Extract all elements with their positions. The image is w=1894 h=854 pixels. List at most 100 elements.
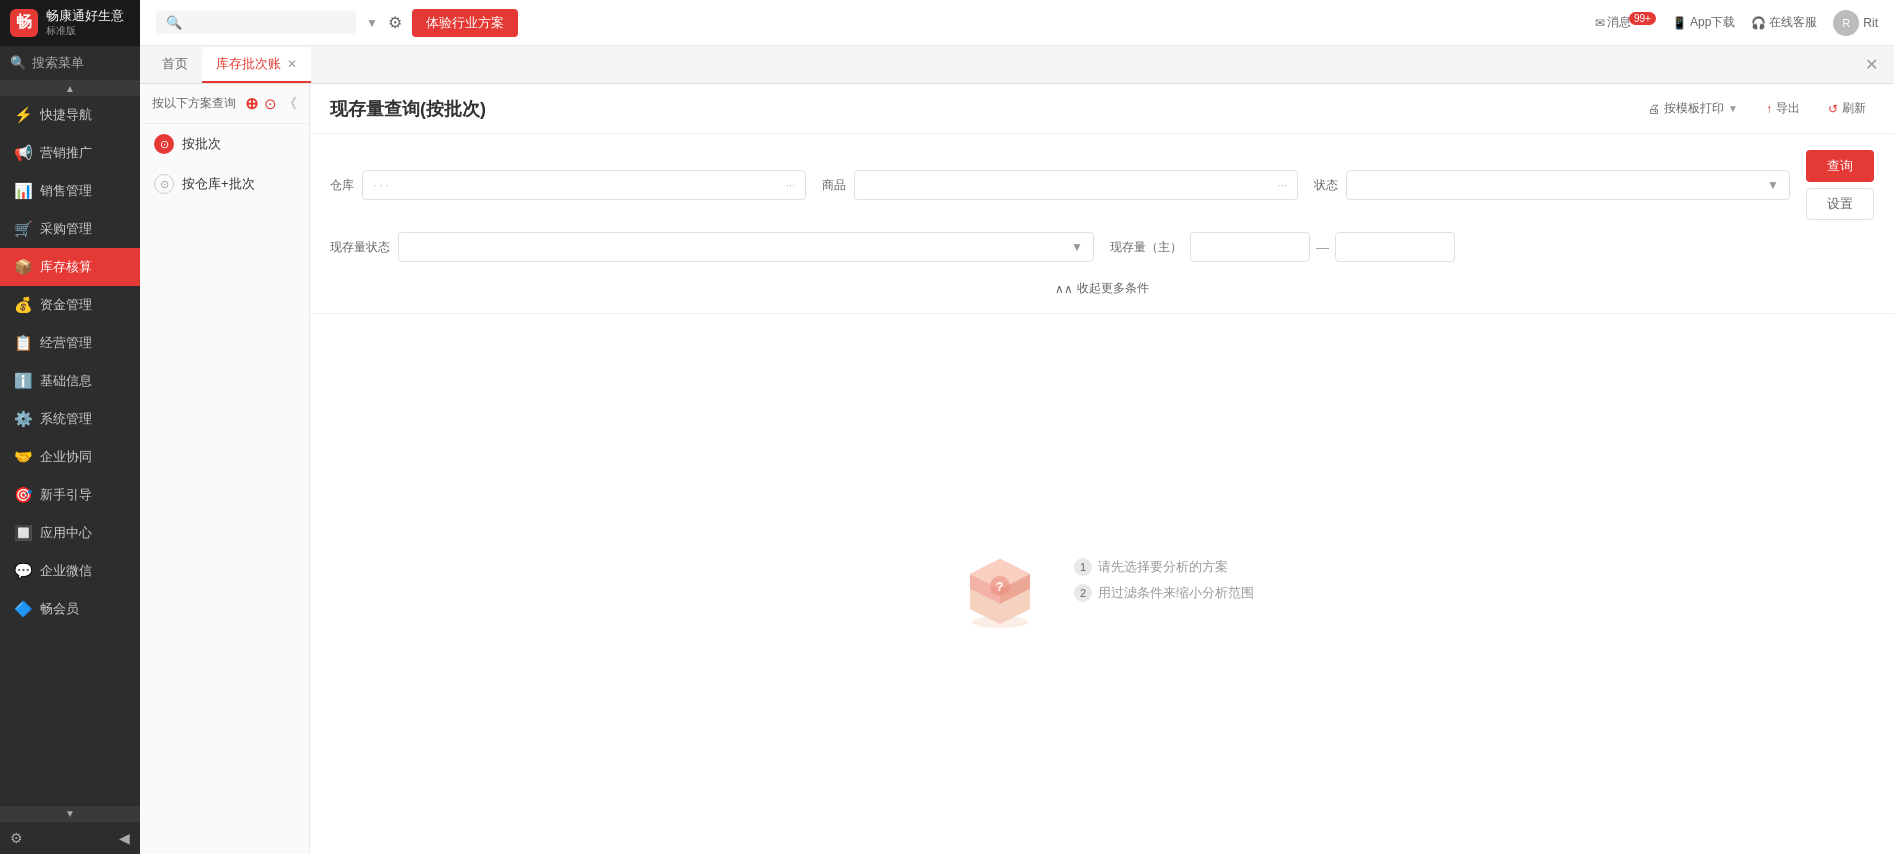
sidebar-item-label: 经营管理 (40, 334, 92, 352)
sales-icon: 📊 (14, 182, 32, 200)
sidebar-item-sales[interactable]: 📊 销售管理 (0, 172, 140, 210)
messages-action[interactable]: ✉ 消息 99+ (1595, 14, 1656, 31)
tab-inventory-batch[interactable]: 库存批次账 ✕ (202, 47, 311, 83)
status-select[interactable]: ▼ (1346, 170, 1790, 200)
action-buttons: 查询 设置 (1806, 150, 1874, 220)
collapse-sidebar-icon[interactable]: ◀ (119, 830, 130, 846)
tab-close-icon[interactable]: ✕ (287, 57, 297, 71)
collapse-left-icon[interactable]: 《 (283, 95, 297, 113)
svg-text:?: ? (996, 580, 1003, 594)
topbar-gear-icon[interactable]: ⚙ (388, 13, 402, 32)
settings-plan-icon[interactable]: ⊙ (264, 95, 277, 113)
product-field: 商品 ··· (822, 170, 1298, 200)
sidebar-item-quick-nav[interactable]: ⚡ 快捷导航 (0, 96, 140, 134)
enterprise-icon: 🤝 (14, 448, 32, 466)
app-info: 畅康通好生意 标准版 (46, 8, 124, 38)
sidebar-item-purchase[interactable]: 🛒 采购管理 (0, 210, 140, 248)
hint-number-2: 2 (1074, 584, 1092, 602)
sidebar-item-marketing[interactable]: 📢 营销推广 (0, 134, 140, 172)
hint-text-1: 请先选择要分析的方案 (1098, 558, 1228, 576)
plan-label: 按批次 (182, 135, 221, 153)
sidebar: 畅 畅康通好生意 标准版 🔍 搜索菜单 ▲ ⚡ 快捷导航 📢 营销推广 📊 销售… (0, 0, 140, 854)
user-menu[interactable]: R Rit (1833, 10, 1878, 36)
topbar-dropdown-icon[interactable]: ▼ (366, 16, 378, 30)
search-input[interactable] (188, 16, 328, 30)
settings-button[interactable]: 设置 (1806, 188, 1874, 220)
refresh-label: 刷新 (1842, 100, 1866, 117)
search-icon: 🔍 (10, 55, 26, 70)
tab-inventory-batch-label: 库存批次账 (216, 55, 281, 73)
sidebar-item-system[interactable]: ⚙️ 系统管理 (0, 400, 140, 438)
sidebar-item-finance[interactable]: 💰 资金管理 (0, 286, 140, 324)
sidebar-item-enterprise[interactable]: 🤝 企业协同 (0, 438, 140, 476)
sidebar-item-business[interactable]: 📋 经营管理 (0, 324, 140, 362)
status-field: 状态 ▼ (1314, 170, 1790, 200)
topbar-search-box[interactable]: 🔍 (156, 11, 356, 34)
topbar-actions: ✉ 消息 99+ 📱 App下载 🎧 在线客服 R Rit (1595, 10, 1878, 36)
left-panel-header: 按以下方案查询 ⊕ ⊙ 《 (140, 84, 309, 124)
sidebar-search-label: 搜索菜单 (32, 54, 84, 72)
inventory-amount-label: 现存量（主） (1110, 239, 1182, 256)
inventory-status-select[interactable]: ▼ (398, 232, 1094, 262)
collapse-more-btn[interactable]: ∧∧ 收起更多条件 (330, 274, 1874, 303)
sidebar-item-vip[interactable]: 🔷 畅会员 (0, 590, 140, 628)
export-button[interactable]: ↑ 导出 (1758, 96, 1808, 121)
vip-icon: 🔷 (14, 600, 32, 618)
sidebar-item-newbie[interactable]: 🎯 新手引导 (0, 476, 140, 514)
status-dropdown-icon: ▼ (1767, 178, 1779, 192)
sidebar-item-inventory[interactable]: 📦 库存核算 (0, 248, 140, 286)
product-input[interactable]: ··· (854, 170, 1298, 200)
query-button[interactable]: 查询 (1806, 150, 1874, 182)
export-icon: ↑ (1766, 102, 1772, 116)
warehouse-input[interactable]: ··· ··· (362, 170, 806, 200)
tab-close-all-icon[interactable]: ✕ (1857, 51, 1886, 78)
inventory-amount-field: 现存量（主） — (1110, 232, 1874, 262)
print-dropdown-icon[interactable]: ▼ (1728, 103, 1738, 114)
plan-item-by-batch[interactable]: ⊙ 按批次 (140, 124, 309, 164)
sidebar-item-label: 营销推广 (40, 144, 92, 162)
user-name: Rit (1863, 16, 1878, 30)
sidebar-item-label: 资金管理 (40, 296, 92, 314)
search-icon: 🔍 (166, 15, 182, 30)
tab-home[interactable]: 首页 (148, 47, 202, 83)
sidebar-item-basic-info[interactable]: ℹ️ 基础信息 (0, 362, 140, 400)
empty-icon: ? (950, 534, 1050, 634)
basic-info-icon: ℹ️ (14, 372, 32, 390)
plan-label: 按仓库+批次 (182, 175, 255, 193)
app-download-action[interactable]: 📱 App下载 (1672, 14, 1735, 31)
empty-state: ? 1 请先选择要分析的方案 2 用过滤条件来缩小分析范围 (310, 314, 1894, 854)
sidebar-item-label: 企业协同 (40, 448, 92, 466)
inventory-status-dropdown-icon: ▼ (1071, 240, 1083, 254)
trial-button[interactable]: 体验行业方案 (412, 9, 518, 37)
sidebar-item-label: 新手引导 (40, 486, 92, 504)
sidebar-item-label: 基础信息 (40, 372, 92, 390)
product-more-icon: ··· (1278, 179, 1287, 191)
print-template-label: 按模板打印 (1664, 100, 1724, 117)
warehouse-field: 仓库 ··· ··· (330, 170, 806, 200)
inventory-status-label: 现存量状态 (330, 239, 390, 256)
tab-home-label: 首页 (162, 55, 188, 73)
purchase-icon: 🛒 (14, 220, 32, 238)
messages-badge: 99+ (1629, 12, 1656, 25)
plan-item-by-warehouse-batch[interactable]: ⊙ 按仓库+批次 (140, 164, 309, 204)
inventory-amount-to[interactable] (1335, 232, 1455, 262)
sidebar-item-wechat[interactable]: 💬 企业微信 (0, 552, 140, 590)
sidebar-scroll-down[interactable]: ▼ (0, 806, 140, 821)
page-actions: 🖨 按模板打印 ▼ ↑ 导出 ↺ 刷新 (1640, 96, 1874, 121)
sidebar-item-label: 销售管理 (40, 182, 92, 200)
print-template-button[interactable]: 🖨 按模板打印 ▼ (1640, 96, 1746, 121)
messages-label: 消息 (1607, 14, 1631, 31)
warehouse-label: 仓库 (330, 177, 354, 194)
online-service-action[interactable]: 🎧 在线客服 (1751, 14, 1817, 31)
add-plan-icon[interactable]: ⊕ (245, 94, 258, 113)
app-center-icon: 🔲 (14, 524, 32, 542)
sidebar-item-app-center[interactable]: 🔲 应用中心 (0, 514, 140, 552)
business-icon: 📋 (14, 334, 32, 352)
sidebar-scroll-up[interactable]: ▲ (0, 81, 140, 96)
refresh-button[interactable]: ↺ 刷新 (1820, 96, 1874, 121)
empty-hint-1: 1 请先选择要分析的方案 (1074, 558, 1254, 576)
inventory-amount-from[interactable] (1190, 232, 1310, 262)
settings-icon[interactable]: ⚙ (10, 830, 23, 846)
headset-icon: 🎧 (1751, 16, 1766, 30)
sidebar-search[interactable]: 🔍 搜索菜单 (0, 46, 140, 81)
